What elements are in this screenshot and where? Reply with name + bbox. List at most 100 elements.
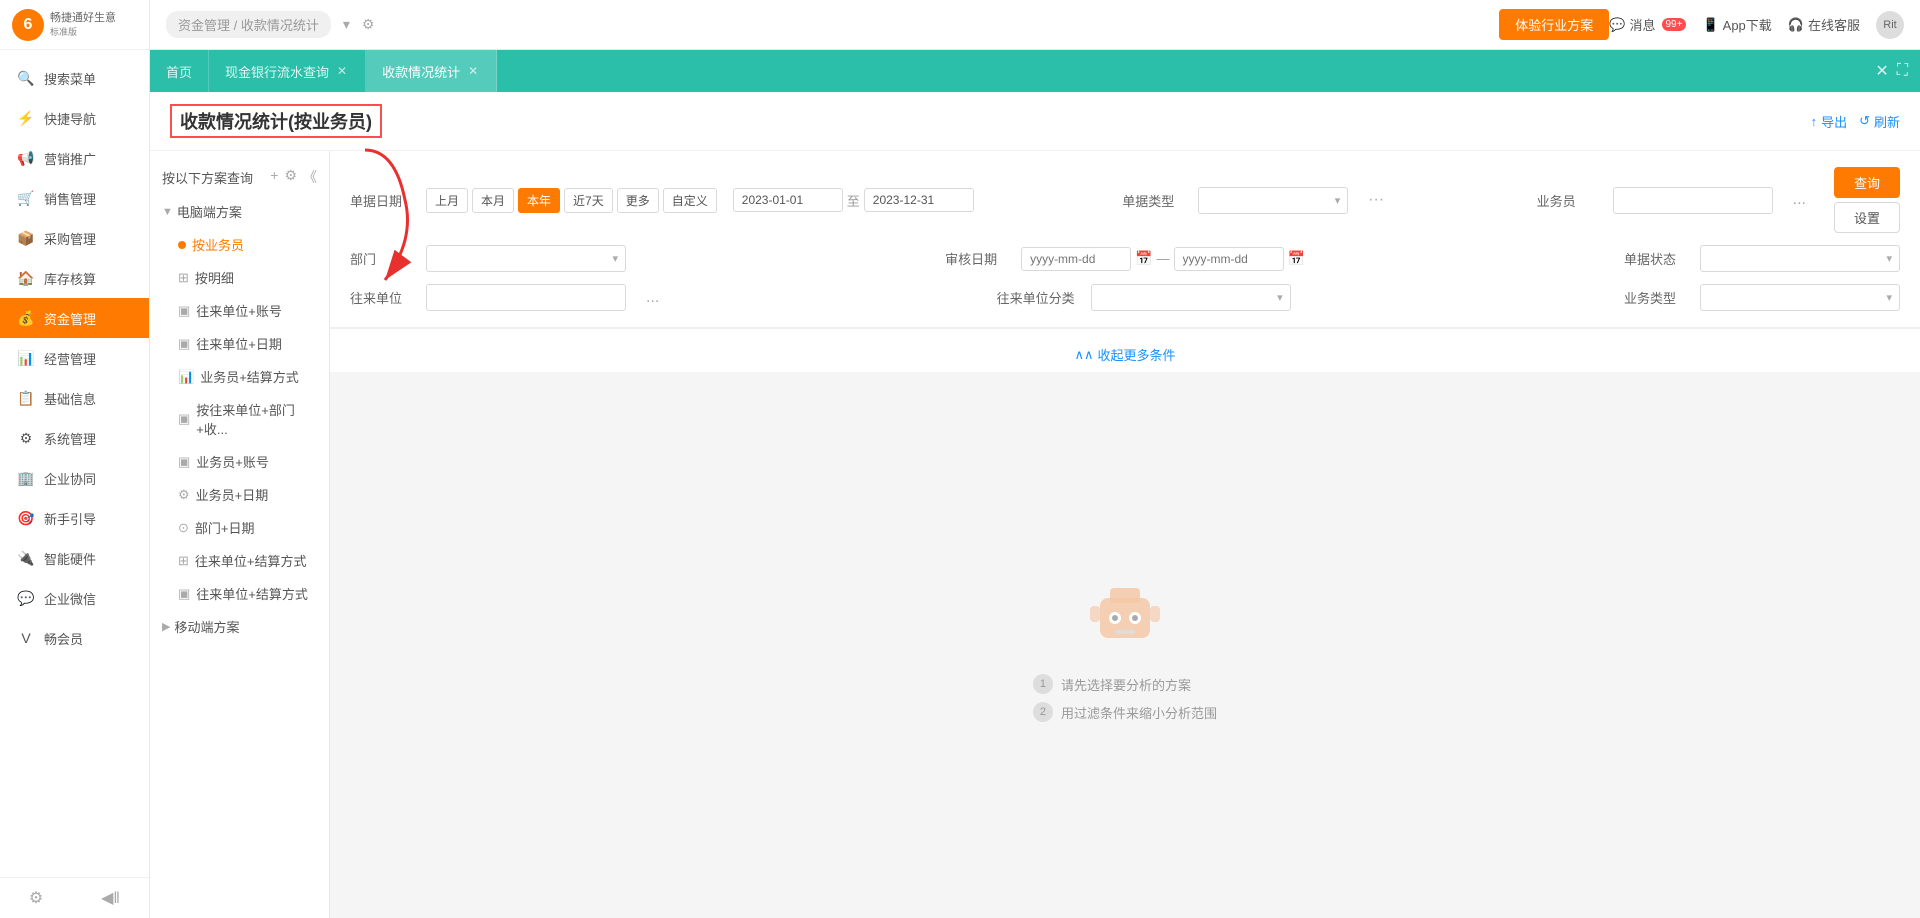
tab-close-receipt[interactable]: ✕ [466, 62, 480, 80]
sidebar-item-quicknav[interactable]: ⚡ 快捷导航 [0, 98, 149, 138]
message-button[interactable]: 💬 消息 99+ [1609, 15, 1686, 34]
tree-item-unit-settle2[interactable]: ▣ 往来单位+结算方式 [166, 577, 329, 610]
sidebar-item-marketing[interactable]: 📢 营销推广 [0, 138, 149, 178]
finance-icon: 💰 [16, 308, 36, 328]
active-dot [178, 241, 186, 249]
purchase-icon: 📦 [16, 228, 36, 248]
sidebar-item-basic[interactable]: 📋 基础信息 [0, 378, 149, 418]
sidebar-item-operation[interactable]: 📊 经营管理 [0, 338, 149, 378]
tree-item-label: 部门+日期 [195, 518, 255, 537]
date-btn-this-year[interactable]: 本年 [518, 188, 560, 213]
tab-bar: 首页 现金银行流水查询 ✕ 收款情况统计 ✕ ✕ ⛶ [150, 50, 1920, 92]
audit-date-start-icon[interactable]: 📅 [1135, 250, 1152, 267]
sidebar-item-search[interactable]: 🔍 搜索菜单 [0, 58, 149, 98]
desktop-tree-items: 按业务员 ⊞ 按明细 ▣ 往来单位+账号 ▣ 往来单位+日期 [166, 228, 329, 610]
date-btn-last-month[interactable]: 上月 [426, 188, 468, 213]
tab-expand-icon[interactable]: ⛶ [1897, 62, 1908, 80]
sidebar-item-system[interactable]: ⚙ 系统管理 [0, 418, 149, 458]
sidebar-item-finance[interactable]: 💰 资金管理 [0, 298, 149, 338]
staff-input[interactable] [1613, 187, 1773, 214]
tree-item-label: 往来单位+账号 [196, 301, 282, 320]
date-btn-custom[interactable]: 自定义 [663, 188, 717, 213]
unit-date-icon: ▣ [178, 336, 190, 352]
tab-home[interactable]: 首页 [150, 50, 209, 92]
online-service-button[interactable]: 🎧 在线客服 [1788, 15, 1860, 34]
app-download-button[interactable]: 📱 App下载 [1702, 15, 1771, 34]
tree-item-staff-account[interactable]: ▣ 业务员+账号 [166, 445, 329, 478]
audit-date-start-input[interactable] [1021, 247, 1131, 271]
unit-type-select[interactable] [1091, 284, 1291, 311]
tab-bank[interactable]: 现金银行流水查询 ✕ [209, 50, 366, 92]
scheme-settings-icon[interactable]: ⚙ [284, 167, 297, 187]
corp-icon: 🏢 [16, 468, 36, 488]
date-btn-this-month[interactable]: 本月 [472, 188, 514, 213]
add-scheme-icon[interactable]: + [270, 167, 278, 187]
collapse-button[interactable]: ∧∧ 收起更多条件 [1074, 345, 1175, 364]
tree-item-staff-date[interactable]: ⚙ 业务员+日期 [166, 478, 329, 511]
voucher-type-select[interactable] [1198, 187, 1348, 214]
sidebar-item-hardware[interactable]: 🔌 智能硬件 [0, 538, 149, 578]
tree-item-unit-account[interactable]: ▣ 往来单位+账号 [166, 294, 329, 327]
tree-item-by-detail[interactable]: ⊞ 按明细 [166, 261, 329, 294]
audit-date-end-input[interactable] [1174, 247, 1284, 271]
sidebar-collapse-icon[interactable]: ◀‖ [101, 888, 120, 908]
user-avatar[interactable]: Rit [1876, 11, 1904, 39]
marketing-icon: 📢 [16, 148, 36, 168]
sidebar-item-wechat[interactable]: 💬 企业微信 [0, 578, 149, 618]
mobile-section-header[interactable]: ▶ 移动端方案 [150, 610, 329, 643]
export-button[interactable]: ↑ 导出 [1811, 112, 1848, 131]
trial-button[interactable]: 体验行业方案 [1499, 9, 1609, 40]
date-input-group: 至 [733, 188, 974, 212]
unit-input[interactable] [426, 284, 626, 311]
filter-row-3: 往来单位 ... 往来单位分类 业务类型 [350, 284, 1900, 311]
sidebar-item-label: 企业协同 [44, 469, 96, 488]
staff-account-icon: ▣ [178, 454, 190, 470]
sidebar-item-purchase[interactable]: 📦 采购管理 [0, 218, 149, 258]
header-settings-icon[interactable]: ⚙ [362, 16, 375, 33]
app-download-label: App下载 [1723, 15, 1772, 34]
tree-item-unit-date[interactable]: ▣ 往来单位+日期 [166, 327, 329, 360]
sidebar-item-guide[interactable]: 🎯 新手引导 [0, 498, 149, 538]
sidebar-item-label: 智能硬件 [44, 549, 96, 568]
date-btn-more[interactable]: 更多 [617, 188, 659, 213]
page-actions: ↑ 导出 ↺ 刷新 [1811, 112, 1900, 131]
tree-item-staff-settle[interactable]: 📊 业务员+结算方式 [166, 360, 329, 393]
tab-close-bank[interactable]: ✕ [335, 62, 349, 80]
tree-item-dept-date[interactable]: ⊙ 部门+日期 [166, 511, 329, 544]
dept-select[interactable] [426, 245, 626, 272]
business-type-select[interactable] [1700, 284, 1900, 311]
audit-date-label: 审核日期 [945, 249, 1005, 268]
collapse-panel-icon[interactable]: 《 [303, 167, 317, 187]
empty-state: 1 请先选择要分析的方案 2 用过滤条件来缩小分析范围 [330, 372, 1920, 918]
tree-item-unit-dept-collect[interactable]: ▣ 按往来单位+部门+收... [166, 393, 329, 445]
voucher-type-dots[interactable]: ··· [1364, 191, 1388, 209]
unit-dots[interactable]: ... [642, 289, 663, 307]
audit-date-end-icon[interactable]: 📅 [1288, 250, 1305, 267]
operation-icon: 📊 [16, 348, 36, 368]
date-end-input[interactable] [864, 188, 974, 212]
voucher-status-select[interactable] [1700, 245, 1900, 272]
sidebar-item-corp[interactable]: 🏢 企业协同 [0, 458, 149, 498]
sidebar-item-label: 资金管理 [44, 309, 96, 328]
sidebar-item-inventory[interactable]: 🏠 库存核算 [0, 258, 149, 298]
date-btn-7days[interactable]: 近7天 [564, 188, 613, 213]
tab-receipt[interactable]: 收款情况统计 ✕ [366, 50, 497, 92]
staff-dots[interactable]: ... [1789, 191, 1810, 209]
refresh-button[interactable]: ↺ 刷新 [1859, 112, 1900, 131]
sidebar-item-sales[interactable]: 🛒 销售管理 [0, 178, 149, 218]
date-start-input[interactable] [733, 188, 843, 212]
header-left: 资金管理 / 收款情况统计 ▾ ⚙ [166, 11, 374, 38]
sidebar-item-member[interactable]: V 畅会员 [0, 618, 149, 658]
desktop-section-header[interactable]: ▼ 电脑端方案 [150, 195, 329, 228]
header-dropdown-icon[interactable]: ▾ [343, 16, 350, 33]
tree-item-unit-settle1[interactable]: ⊞ 往来单位+结算方式 [166, 544, 329, 577]
sidebar-settings-icon[interactable]: ⚙ [29, 888, 43, 908]
unit-dept-icon: ▣ [178, 411, 190, 427]
tree-item-label: 业务员+日期 [196, 485, 269, 504]
sidebar-item-label: 库存核算 [44, 269, 96, 288]
tab-close-all-icon[interactable]: ✕ [1875, 61, 1888, 81]
query-button[interactable]: 查询 [1834, 167, 1900, 198]
tree-item-by-staff[interactable]: 按业务员 [166, 228, 329, 261]
settings-button[interactable]: 设置 [1834, 202, 1900, 233]
empty-step-2: 2 用过滤条件来缩小分析范围 [1033, 702, 1217, 722]
